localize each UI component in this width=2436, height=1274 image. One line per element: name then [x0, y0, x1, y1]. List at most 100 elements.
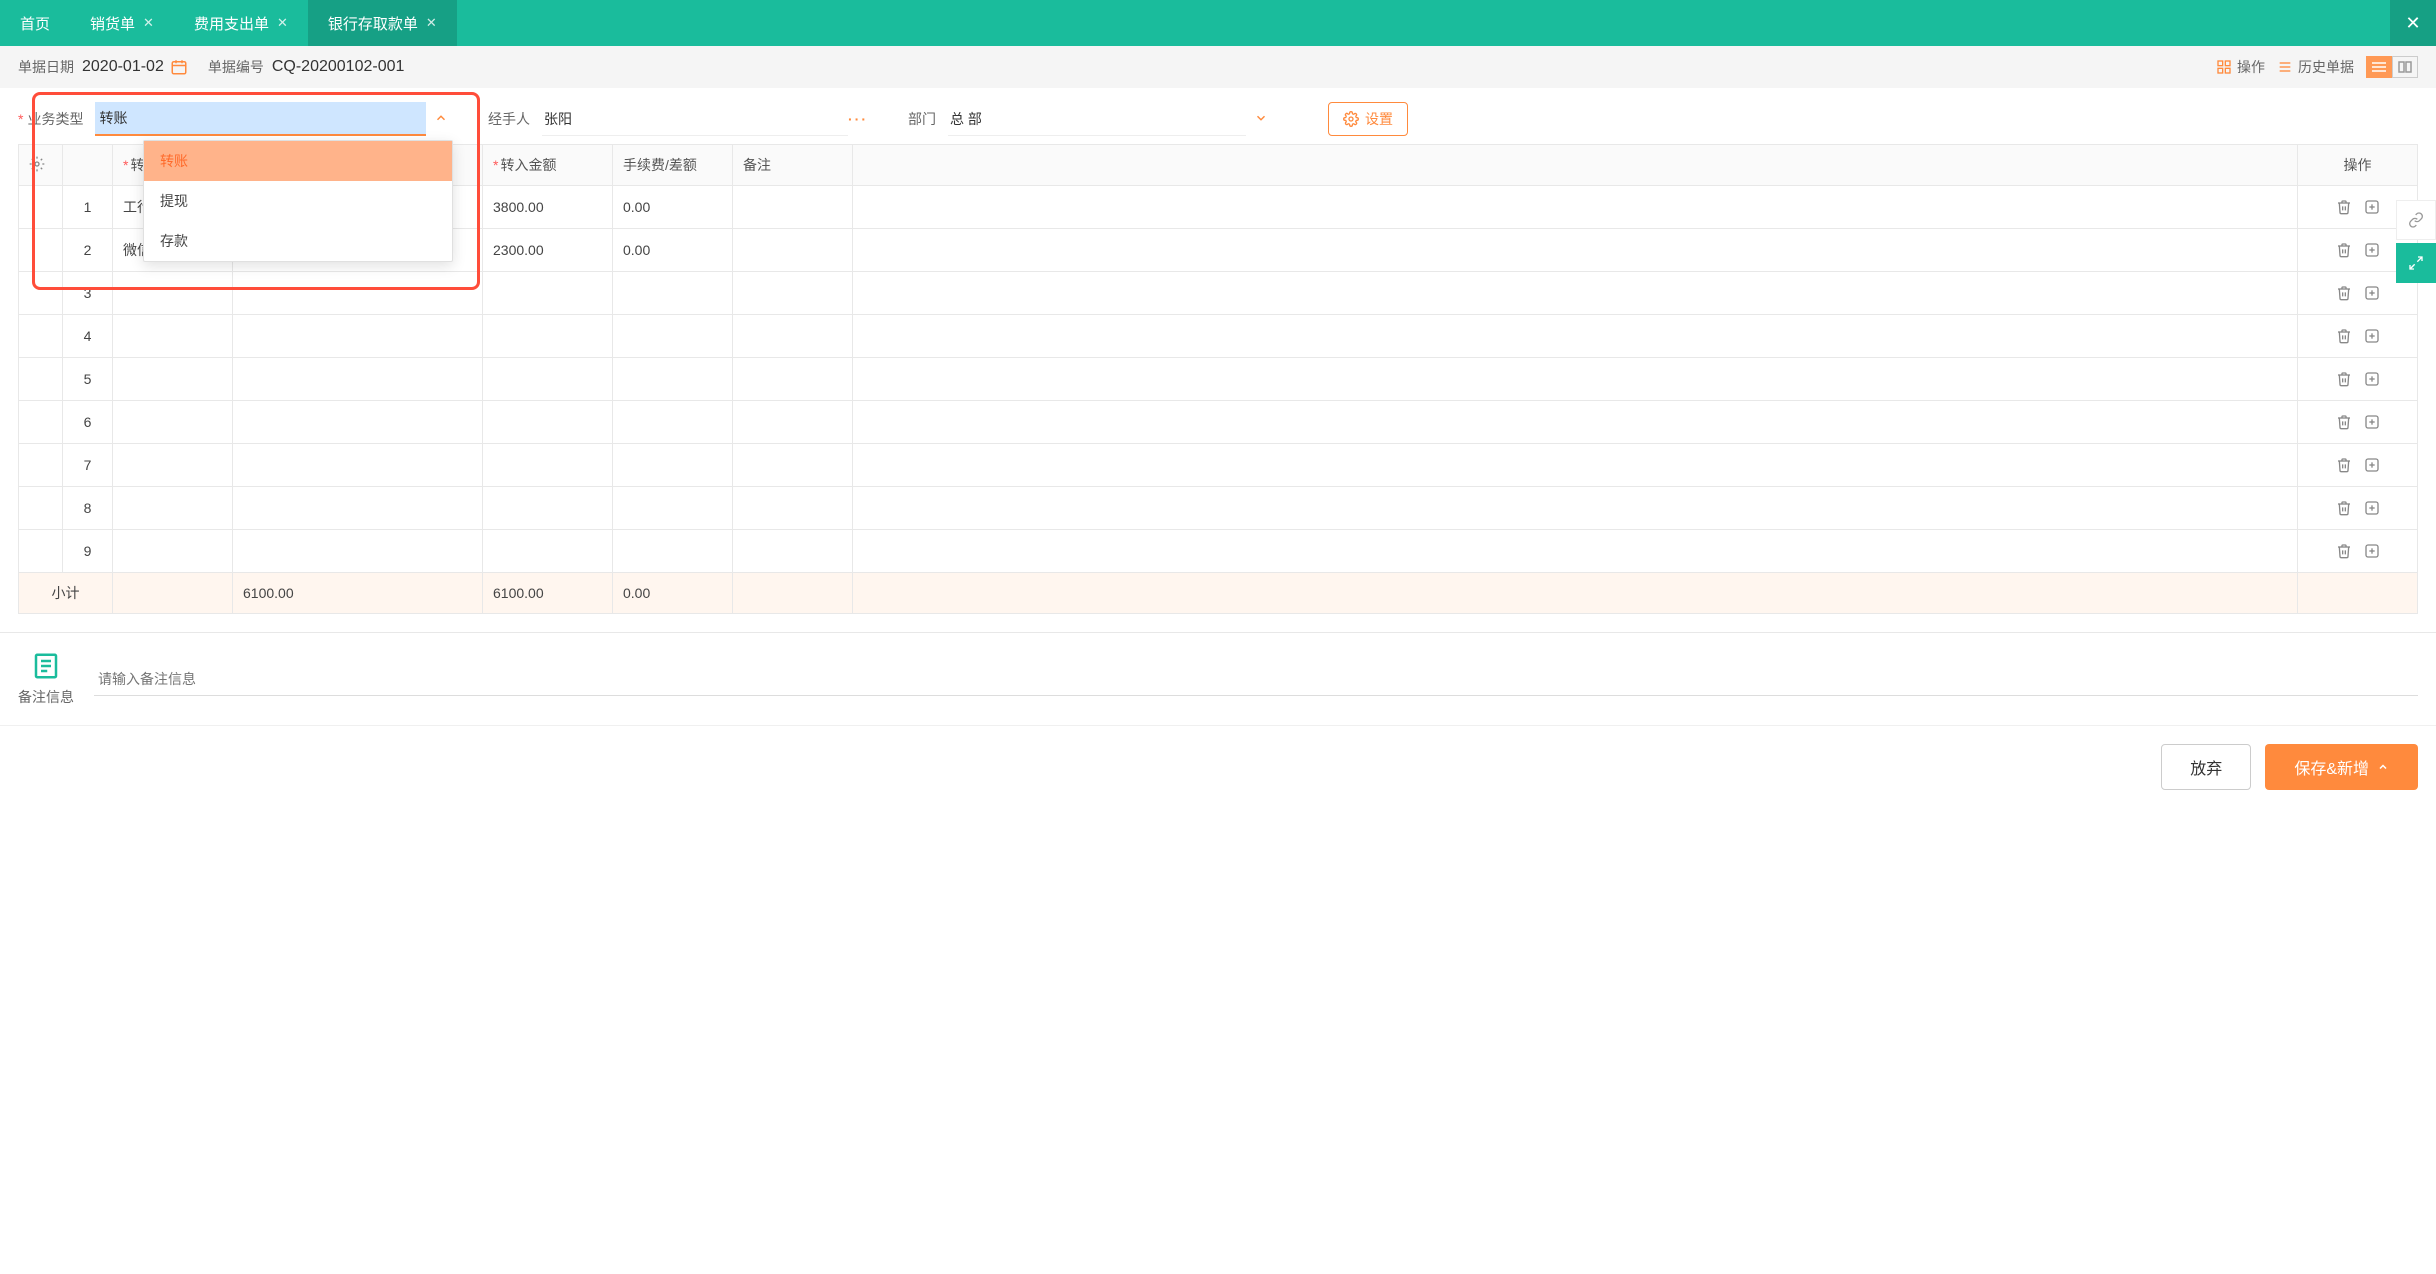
- remark-input[interactable]: [94, 663, 2418, 696]
- save-new-button[interactable]: 保存&新增: [2265, 744, 2418, 790]
- header-close-button[interactable]: ✕: [2390, 0, 2436, 46]
- cell-in-amount[interactable]: [483, 530, 613, 573]
- cell-remark[interactable]: [733, 530, 853, 573]
- handler-value[interactable]: 张阳: [542, 103, 848, 136]
- cell-fee[interactable]: 0.00: [613, 186, 733, 229]
- cell-out-account[interactable]: [113, 272, 233, 315]
- cell-remark[interactable]: [733, 444, 853, 487]
- cell-remark[interactable]: [733, 229, 853, 272]
- table-row[interactable]: 5: [19, 358, 2418, 401]
- biz-type-field[interactable]: * 业务类型 转账: [18, 102, 448, 136]
- cell-remark[interactable]: [733, 358, 853, 401]
- cell-in-amount[interactable]: [483, 401, 613, 444]
- cell-fee[interactable]: [613, 358, 733, 401]
- cell-out-account[interactable]: [113, 358, 233, 401]
- cell-out-amount[interactable]: [233, 315, 483, 358]
- cell-out-amount[interactable]: [233, 530, 483, 573]
- tab-bank-transfer[interactable]: 银行存取款单✕: [308, 0, 457, 46]
- close-icon[interactable]: ✕: [277, 15, 288, 31]
- row-delete-button[interactable]: [2333, 454, 2355, 476]
- dept-field[interactable]: 部门 总 部: [908, 103, 1268, 136]
- table-row[interactable]: 3: [19, 272, 2418, 315]
- handler-field[interactable]: 经手人 张阳 ···: [488, 103, 868, 136]
- cell-remark[interactable]: [733, 315, 853, 358]
- settings-button[interactable]: 设置: [1328, 102, 1408, 136]
- row-delete-button[interactable]: [2333, 368, 2355, 390]
- cell-remark[interactable]: [733, 487, 853, 530]
- row-add-button[interactable]: [2361, 540, 2383, 562]
- cell-fee[interactable]: [613, 401, 733, 444]
- table-row[interactable]: 8: [19, 487, 2418, 530]
- tab-sales[interactable]: 销货单✕: [70, 0, 174, 46]
- cell-in-amount[interactable]: 2300.00: [483, 229, 613, 272]
- row-delete-button[interactable]: [2333, 282, 2355, 304]
- close-icon[interactable]: ✕: [143, 15, 154, 31]
- row-delete-button[interactable]: [2333, 411, 2355, 433]
- cell-out-amount[interactable]: [233, 444, 483, 487]
- dropdown-option-withdraw[interactable]: 提现: [144, 181, 452, 221]
- cell-out-account[interactable]: [113, 401, 233, 444]
- row-add-button[interactable]: [2361, 411, 2383, 433]
- cell-fee[interactable]: [613, 530, 733, 573]
- view-columns-button[interactable]: [2392, 56, 2418, 78]
- cell-remark[interactable]: [733, 186, 853, 229]
- row-add-button[interactable]: [2361, 282, 2383, 304]
- subtotal-fee: 0.00: [613, 573, 733, 614]
- calendar-icon[interactable]: [170, 58, 188, 76]
- cell-in-amount[interactable]: 3800.00: [483, 186, 613, 229]
- cell-out-account[interactable]: [113, 315, 233, 358]
- cell-in-amount[interactable]: [483, 444, 613, 487]
- rail-expand-button[interactable]: [2396, 243, 2436, 283]
- cell-in-amount[interactable]: [483, 487, 613, 530]
- row-delete-button[interactable]: [2333, 239, 2355, 261]
- cell-in-amount[interactable]: [483, 358, 613, 401]
- row-delete-button[interactable]: [2333, 325, 2355, 347]
- row-add-button[interactable]: [2361, 368, 2383, 390]
- cell-out-amount[interactable]: [233, 401, 483, 444]
- cell-out-amount[interactable]: [233, 358, 483, 401]
- table-row[interactable]: 6: [19, 401, 2418, 444]
- row-add-button[interactable]: [2361, 325, 2383, 347]
- cell-fee[interactable]: [613, 444, 733, 487]
- close-icon[interactable]: ✕: [426, 15, 437, 31]
- gear-header[interactable]: [19, 145, 63, 186]
- row-add-button[interactable]: [2361, 454, 2383, 476]
- row-delete-button[interactable]: [2333, 540, 2355, 562]
- cell-fee[interactable]: [613, 315, 733, 358]
- dept-value[interactable]: 总 部: [948, 103, 1246, 136]
- cell-in-amount[interactable]: [483, 315, 613, 358]
- dropdown-option-transfer[interactable]: 转账: [144, 141, 452, 181]
- rail-link-button[interactable]: [2396, 200, 2436, 240]
- dropdown-option-deposit[interactable]: 存款: [144, 221, 452, 261]
- cell-remark[interactable]: [733, 401, 853, 444]
- history-button[interactable]: 历史单据: [2277, 57, 2354, 77]
- table-row[interactable]: 9: [19, 530, 2418, 573]
- ops-button[interactable]: 操作: [2216, 57, 2265, 77]
- chevron-down-icon[interactable]: [1254, 111, 1268, 128]
- table-row[interactable]: 7: [19, 444, 2418, 487]
- cell-out-amount[interactable]: [233, 272, 483, 315]
- row-add-button[interactable]: [2361, 239, 2383, 261]
- table-row[interactable]: 4: [19, 315, 2418, 358]
- tab-expense[interactable]: 费用支出单✕: [174, 0, 308, 46]
- cell-remark[interactable]: [733, 272, 853, 315]
- cell-fee[interactable]: 0.00: [613, 229, 733, 272]
- cell-out-account[interactable]: [113, 444, 233, 487]
- cell-out-account[interactable]: [113, 487, 233, 530]
- date-value[interactable]: 2020-01-02: [82, 58, 164, 76]
- row-add-button[interactable]: [2361, 497, 2383, 519]
- cell-in-amount[interactable]: [483, 272, 613, 315]
- biz-type-value[interactable]: 转账: [95, 102, 426, 136]
- chevron-up-icon[interactable]: [434, 111, 448, 128]
- cancel-button[interactable]: 放弃: [2161, 744, 2251, 790]
- cell-out-amount[interactable]: [233, 487, 483, 530]
- cell-out-account[interactable]: [113, 530, 233, 573]
- tab-home[interactable]: 首页: [0, 0, 70, 46]
- row-delete-button[interactable]: [2333, 497, 2355, 519]
- more-icon[interactable]: ···: [848, 111, 868, 127]
- view-list-button[interactable]: [2366, 56, 2392, 78]
- row-delete-button[interactable]: [2333, 196, 2355, 218]
- cell-fee[interactable]: [613, 272, 733, 315]
- cell-fee[interactable]: [613, 487, 733, 530]
- row-add-button[interactable]: [2361, 196, 2383, 218]
